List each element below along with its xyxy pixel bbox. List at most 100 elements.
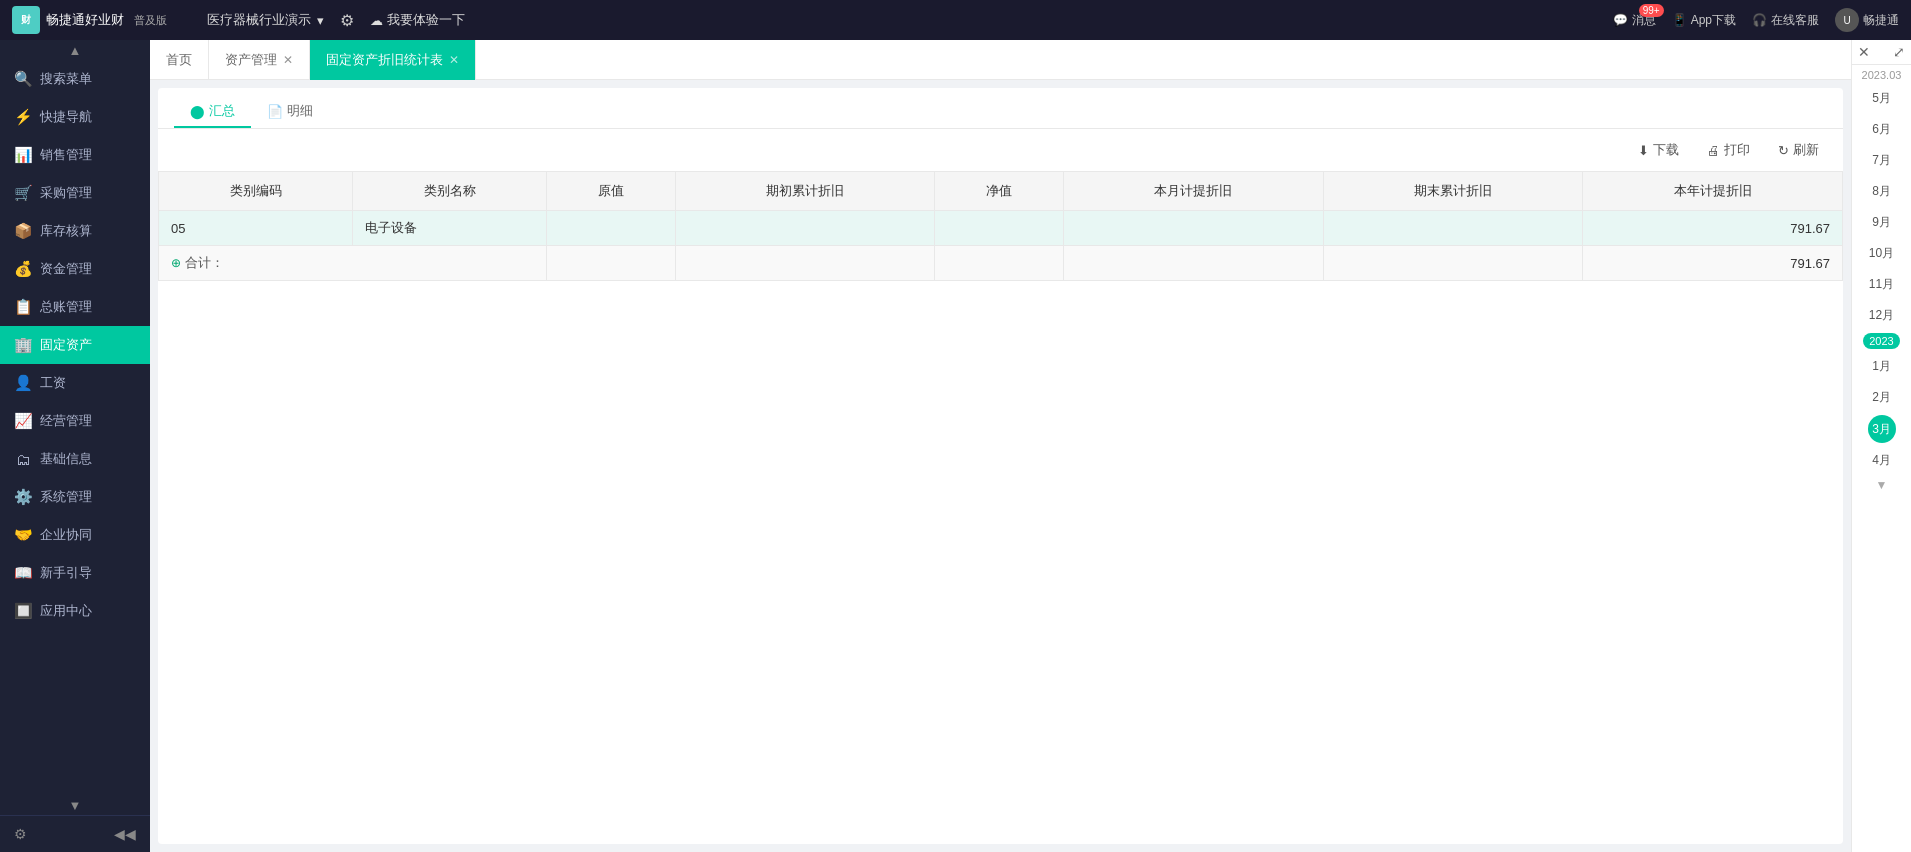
collapse-icon[interactable]: ◀◀ (114, 826, 136, 842)
company-name: 医疗器械行业演示 (207, 11, 311, 29)
date-month-11[interactable]: 11月 (1852, 269, 1911, 300)
refresh-btn[interactable]: ↻ 刷新 (1770, 137, 1827, 163)
table-row: 05 电子设备 791.67 (159, 211, 1843, 246)
sidebar-item-inventory[interactable]: 📦 库存核算 (0, 212, 150, 250)
company-selector[interactable]: 医疗器械行业演示 ▾ (207, 11, 324, 29)
fixed-asset-table-label: 固定资产折旧统计表 (326, 51, 443, 69)
sales-icon: 📊 (14, 146, 32, 164)
sum-annual-dep: 791.67 (1583, 246, 1843, 281)
col-header-name: 类别名称 (353, 172, 547, 211)
tab-home[interactable]: 首页 (150, 40, 209, 80)
date-month-10[interactable]: 10月 (1852, 238, 1911, 269)
inventory-icon: 📦 (14, 222, 32, 240)
sidebar-item-system[interactable]: ⚙️ 系统管理 (0, 478, 150, 516)
summary-row: ⊕ 合计： 791.67 (159, 246, 1843, 281)
right-panel-expand-btn[interactable]: ⤢ (1893, 44, 1905, 60)
experience-btn[interactable]: ☁ 我要体验一下 (370, 11, 465, 29)
sidebar-item-basic-info[interactable]: 🗂 基础信息 (0, 440, 150, 478)
sub-tab-summary[interactable]: ⬤ 汇总 (174, 96, 251, 128)
sidebar-item-quick-nav[interactable]: ⚡ 快捷导航 (0, 98, 150, 136)
settings-bottom-icon[interactable]: ⚙ (14, 826, 27, 842)
finance-icon: 💰 (14, 260, 32, 278)
tab-asset-mgmt-close[interactable]: ✕ (283, 53, 293, 67)
print-icon: 🖨 (1707, 143, 1720, 158)
cell-net-value (935, 211, 1064, 246)
app-download-btn[interactable]: 📱 App下载 (1672, 12, 1736, 29)
sidebar-item-label: 基础信息 (40, 450, 92, 468)
sum-initial-dep (675, 246, 935, 281)
detail-icon: 📄 (267, 104, 283, 119)
date-month-7[interactable]: 7月 (1852, 145, 1911, 176)
asset-mgmt-label: 资产管理 (225, 51, 277, 69)
cell-annual-dep: 791.67 (1583, 211, 1843, 246)
date-month-3-active[interactable]: 3月 (1852, 413, 1911, 445)
settings-icon-btn[interactable]: ⚙ (340, 11, 354, 30)
sidebar-scroll-down[interactable]: ▼ (0, 795, 150, 815)
date-month-9[interactable]: 9月 (1852, 207, 1911, 238)
sidebar-item-ledger[interactable]: 📋 总账管理 (0, 288, 150, 326)
quick-nav-icon: ⚡ (14, 108, 32, 126)
online-service-btn[interactable]: 🎧 在线客服 (1752, 12, 1819, 29)
sidebar-item-app-center[interactable]: 🔲 应用中心 (0, 592, 150, 630)
topbar-left: 财 畅捷通好业财 普及版 (12, 6, 167, 34)
download-icon: 📱 (1672, 13, 1687, 27)
ledger-icon: 📋 (14, 298, 32, 316)
home-tab-label: 首页 (166, 51, 192, 69)
date-scroll-down[interactable]: ▼ (1852, 476, 1911, 494)
col-header-ending-dep: 期末累计折旧 (1323, 172, 1583, 211)
user-info[interactable]: U 畅捷通 (1835, 8, 1899, 32)
cell-original (547, 211, 676, 246)
sidebar-item-sales[interactable]: 📊 销售管理 (0, 136, 150, 174)
download-label: 下载 (1653, 141, 1679, 159)
date-month-4[interactable]: 4月 (1852, 445, 1911, 476)
tab-bar: 首页 资产管理 ✕ 固定资产折旧统计表 ✕ (150, 40, 1851, 80)
date-month-6[interactable]: 6月 (1852, 114, 1911, 145)
sidebar-item-label: 销售管理 (40, 146, 92, 164)
username: 畅捷通 (1863, 12, 1899, 29)
sub-tab-detail[interactable]: 📄 明细 (251, 96, 329, 128)
date-month-8[interactable]: 8月 (1852, 176, 1911, 207)
tab-fixed-asset-close[interactable]: ✕ (449, 53, 459, 67)
print-btn[interactable]: 🖨 打印 (1699, 137, 1758, 163)
tab-fixed-asset-table[interactable]: 固定资产折旧统计表 ✕ (310, 40, 476, 80)
experience-label: 我要体验一下 (387, 11, 465, 29)
date-month-12[interactable]: 12月 (1852, 300, 1911, 331)
tab-asset-mgmt[interactable]: 资产管理 ✕ (209, 40, 310, 80)
sum-original (547, 246, 676, 281)
sidebar-item-label: 资金管理 (40, 260, 92, 278)
sum-monthly-dep (1064, 246, 1324, 281)
online-service-label: 在线客服 (1771, 12, 1819, 29)
sidebar-item-operations[interactable]: 📈 经营管理 (0, 402, 150, 440)
sidebar-item-enterprise[interactable]: 🤝 企业协同 (0, 516, 150, 554)
sidebar-item-search[interactable]: 🔍 搜索菜单 (0, 60, 150, 98)
sum-ending-dep (1323, 246, 1583, 281)
sum-text: 合计： (185, 254, 224, 272)
date-down-icon[interactable]: ▼ (1876, 478, 1888, 492)
sum-icon: ⊕ (171, 256, 181, 270)
page-inner: 首页 资产管理 ✕ 固定资产折旧统计表 ✕ ⬤ 汇总 (150, 40, 1851, 852)
enterprise-icon: 🤝 (14, 526, 32, 544)
avatar: U (1835, 8, 1859, 32)
sidebar-item-guide[interactable]: 📖 新手引导 (0, 554, 150, 592)
messages-btn[interactable]: 💬 消息 99+ (1613, 12, 1656, 29)
date-month-1[interactable]: 1月 (1852, 351, 1911, 382)
page-content: ⬤ 汇总 📄 明细 ⬇ 下载 🖨 打印 (158, 88, 1843, 844)
sidebar-menu: 🔍 搜索菜单 ⚡ 快捷导航 📊 销售管理 🛒 采购管理 📦 库存核算 💰 (0, 60, 150, 795)
table-container: 类别编码 类别名称 原值 期初累计折旧 净值 本月计提折旧 期末累计折旧 本年计… (158, 171, 1843, 844)
sidebar-item-payroll[interactable]: 👤 工资 (0, 364, 150, 402)
summary-label: 汇总 (209, 102, 235, 120)
sidebar-item-finance[interactable]: 💰 资金管理 (0, 250, 150, 288)
right-panel-close-btn[interactable]: ✕ (1858, 44, 1870, 60)
cell-ending-dep (1323, 211, 1583, 246)
sidebar-scroll-up[interactable]: ▲ (0, 40, 150, 60)
sidebar-item-label: 企业协同 (40, 526, 92, 544)
date-month-5[interactable]: 5月 (1852, 83, 1911, 114)
sidebar-item-fixed-assets[interactable]: 🏢 固定资产 (0, 326, 150, 364)
sidebar-item-purchase[interactable]: 🛒 采购管理 (0, 174, 150, 212)
download-btn[interactable]: ⬇ 下载 (1630, 137, 1687, 163)
date-year-header: 2023.03 (1852, 65, 1911, 83)
sidebar-item-label: 新手引导 (40, 564, 92, 582)
date-month-2[interactable]: 2月 (1852, 382, 1911, 413)
payroll-icon: 👤 (14, 374, 32, 392)
col-header-annual-dep: 本年计提折旧 (1583, 172, 1843, 211)
